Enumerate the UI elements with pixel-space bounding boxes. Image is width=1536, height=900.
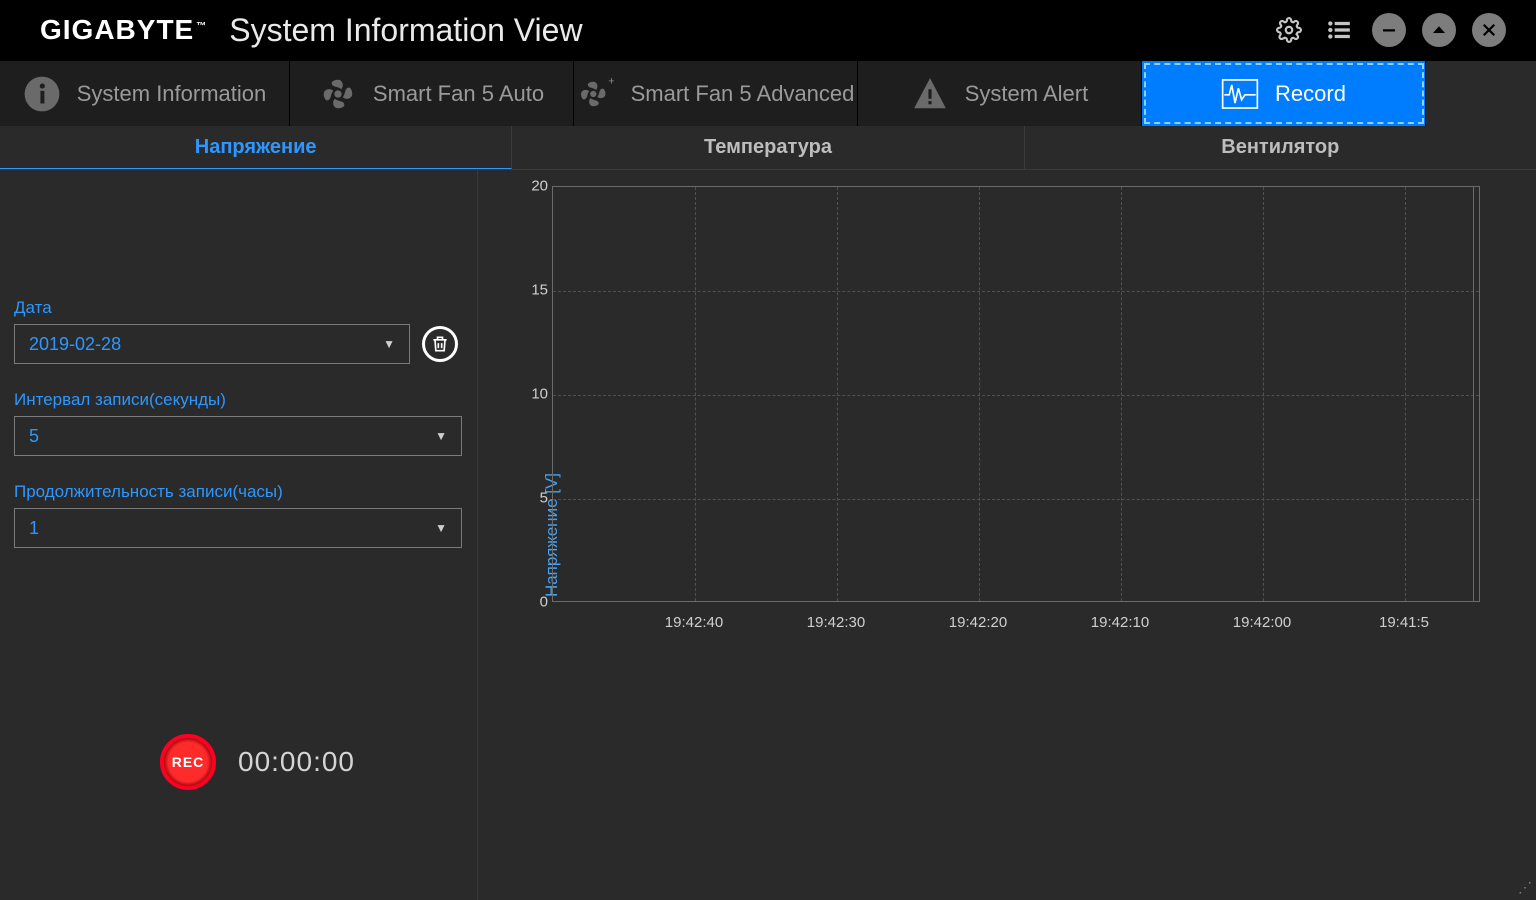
svg-text:+: +	[608, 75, 614, 87]
tab-system-information[interactable]: System Information	[0, 61, 290, 126]
chevron-down-icon: ▼	[435, 429, 447, 443]
gridline	[553, 499, 1479, 500]
resize-grip-icon[interactable]: ⋰	[1518, 879, 1530, 896]
alert-icon	[911, 75, 949, 113]
close-icon[interactable]	[1472, 13, 1506, 47]
gridline	[979, 187, 980, 601]
subtab-temperature[interactable]: Температура	[512, 126, 1024, 169]
maximize-icon[interactable]	[1422, 13, 1456, 47]
brand-tm: ™	[196, 21, 207, 32]
fan-icon	[319, 75, 357, 113]
fan-plus-icon: +	[577, 75, 615, 113]
chart-plot-area	[552, 186, 1480, 602]
minimize-icon[interactable]	[1372, 13, 1406, 47]
gridline	[553, 395, 1479, 396]
brand-text: GIGABYTE	[40, 14, 194, 46]
info-icon	[23, 75, 61, 113]
main-content: Дата 2019-02-28 ▼ Интервал записи(секунд…	[0, 170, 1536, 900]
left-panel: Дата 2019-02-28 ▼ Интервал записи(секунд…	[0, 170, 478, 900]
xtick: 19:42:00	[1233, 614, 1291, 631]
brand-logo: GIGABYTE™	[40, 14, 207, 46]
gridline	[1263, 187, 1264, 601]
xtick: 19:42:30	[807, 614, 865, 631]
tab-label: Record	[1275, 81, 1346, 107]
gridline	[1121, 187, 1122, 601]
duration-select[interactable]: 1 ▼	[14, 508, 462, 548]
record-wave-icon	[1221, 75, 1259, 113]
ytick: 5	[528, 490, 548, 507]
xtick: 19:42:10	[1091, 614, 1149, 631]
tab-label: System Alert	[965, 81, 1088, 107]
ytick: 10	[528, 386, 548, 403]
gridline	[1405, 187, 1406, 601]
interval-label: Интервал записи(секунды)	[14, 390, 463, 410]
app-title: System Information View	[229, 12, 582, 49]
xtick: 19:42:20	[949, 614, 1007, 631]
tab-label: Smart Fan 5 Auto	[373, 81, 544, 107]
gridline	[553, 291, 1479, 292]
gridline	[837, 187, 838, 601]
ytick: 0	[528, 594, 548, 611]
settings-icon[interactable]	[1272, 13, 1306, 47]
tab-smart-fan-auto[interactable]: Smart Fan 5 Auto	[290, 61, 574, 126]
subtab-voltage[interactable]: Напряжение	[0, 126, 512, 169]
xtick: 19:42:40	[665, 614, 723, 631]
tab-label: System Information	[77, 81, 267, 107]
interval-value: 5	[29, 426, 39, 447]
gridline	[1473, 187, 1474, 601]
date-select[interactable]: 2019-02-28 ▼	[14, 324, 410, 364]
tab-label: Smart Fan 5 Advanced	[631, 81, 855, 107]
tab-system-alert[interactable]: System Alert	[858, 61, 1142, 126]
list-icon[interactable]	[1322, 13, 1356, 47]
title-bar: GIGABYTE™ System Information View	[0, 0, 1536, 60]
xtick: 19:41:5	[1379, 614, 1429, 631]
sub-tabs: Напряжение Температура Вентилятор	[0, 126, 1536, 170]
ytick: 15	[528, 282, 548, 299]
delete-button[interactable]	[422, 326, 458, 362]
chart-panel: Напряжение [V] 20 15 10 5 0 19:42:40 19:…	[478, 170, 1536, 900]
date-label: Дата	[14, 298, 463, 318]
duration-value: 1	[29, 518, 39, 539]
tab-smart-fan-advanced[interactable]: + Smart Fan 5 Advanced	[574, 61, 858, 126]
record-button-text: REC	[172, 754, 205, 770]
gridline	[695, 187, 696, 601]
tab-record[interactable]: Record	[1142, 61, 1426, 126]
interval-select[interactable]: 5 ▼	[14, 416, 462, 456]
date-value: 2019-02-28	[29, 334, 121, 355]
chevron-down-icon: ▼	[383, 337, 395, 351]
chevron-down-icon: ▼	[435, 521, 447, 535]
ytick: 20	[528, 178, 548, 195]
subtab-fan[interactable]: Вентилятор	[1025, 126, 1536, 169]
main-tabs: System Information Smart Fan 5 Auto + Sm…	[0, 60, 1536, 126]
record-timer: 00:00:00	[238, 746, 355, 778]
duration-label: Продолжительность записи(часы)	[14, 482, 463, 502]
record-button[interactable]: REC	[160, 734, 216, 790]
